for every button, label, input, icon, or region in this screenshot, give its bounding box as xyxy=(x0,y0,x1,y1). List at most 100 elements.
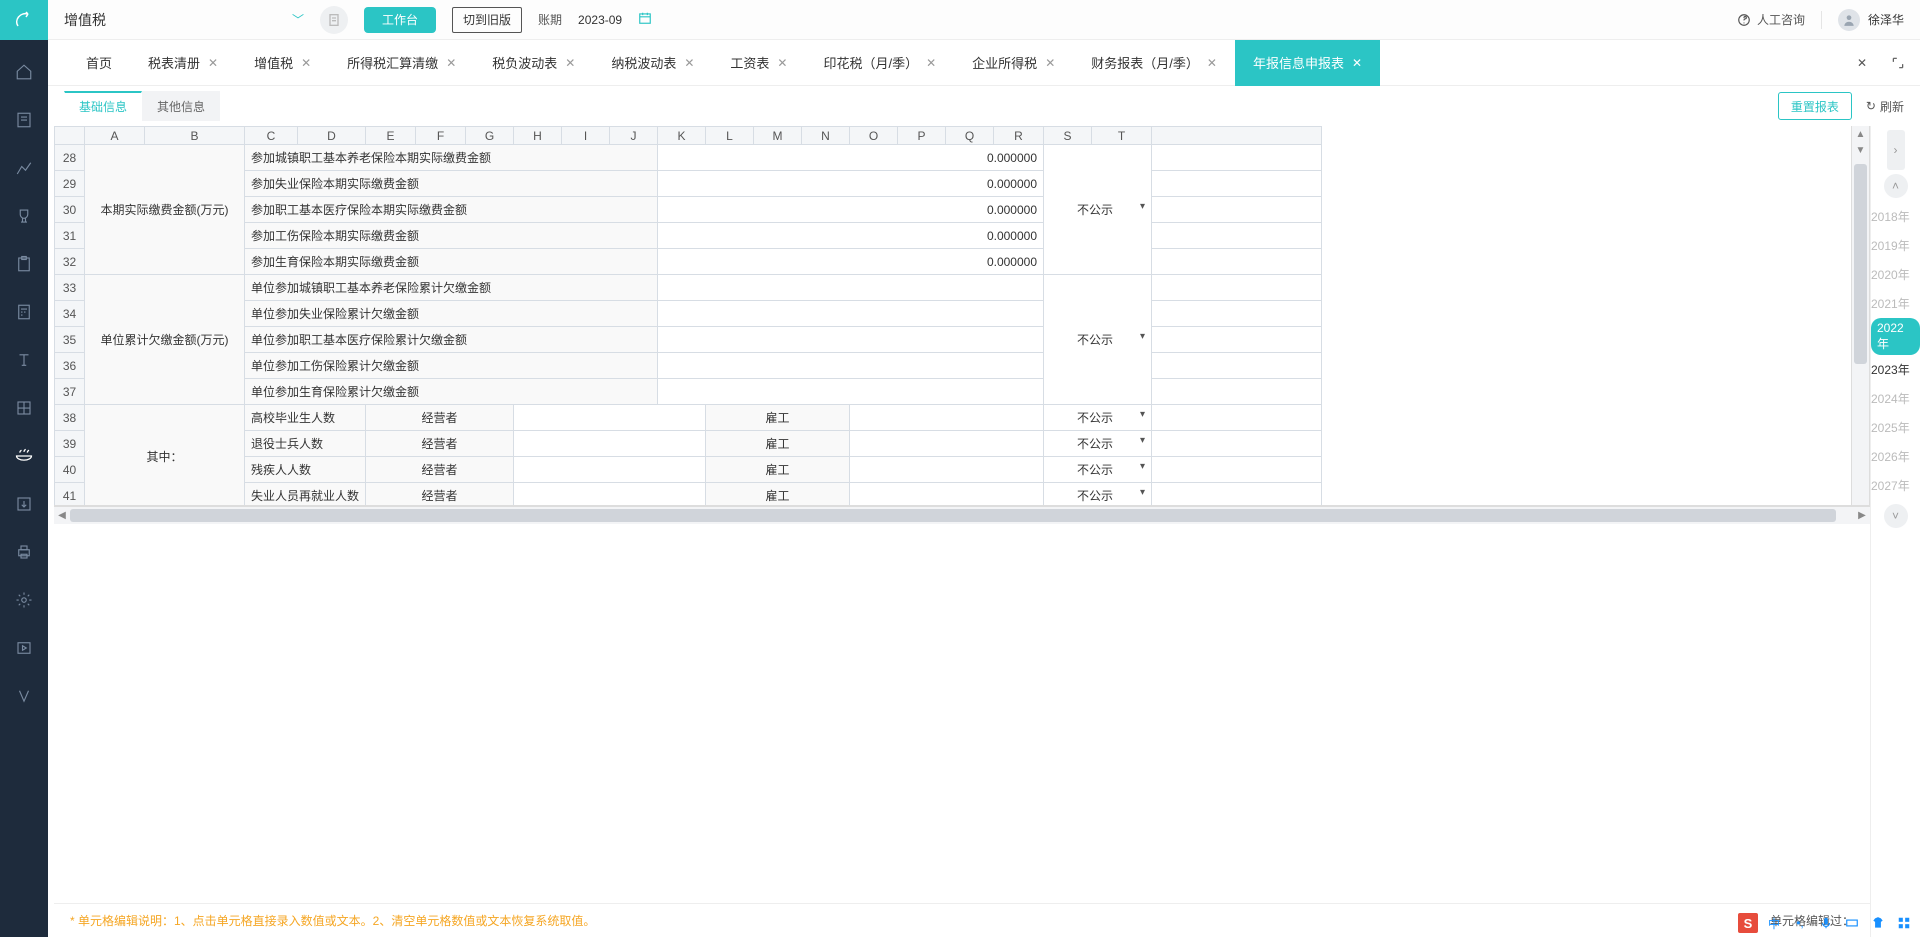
close-icon[interactable]: ✕ xyxy=(1352,56,1362,70)
tab[interactable]: 增值税✕ xyxy=(236,40,329,86)
row-header[interactable]: 38 xyxy=(55,405,85,431)
value-cell[interactable] xyxy=(658,275,1044,301)
col-header[interactable]: M xyxy=(754,127,802,145)
horizontal-scrollbar[interactable]: ◀ ▶ xyxy=(54,506,1870,524)
tab[interactable]: 年报信息申报表✕ xyxy=(1235,40,1380,86)
row-header[interactable]: 37 xyxy=(55,379,85,405)
scroll-right-icon[interactable]: ▶ xyxy=(1854,510,1870,521)
tab[interactable]: 税表清册✕ xyxy=(130,40,236,86)
nav-money-icon[interactable] xyxy=(12,204,36,228)
reset-button[interactable]: 重置报表 xyxy=(1778,92,1852,120)
subtab-other[interactable]: 其他信息 xyxy=(142,91,220,121)
row-header[interactable]: 28 xyxy=(55,145,85,171)
ime-punct-icon[interactable]: •, xyxy=(1790,913,1810,933)
col-header[interactable]: O xyxy=(850,127,898,145)
vertical-scrollbar[interactable]: ▲ ▼ xyxy=(1851,126,1869,505)
value-cell[interactable] xyxy=(658,301,1044,327)
nav-bowl-icon[interactable] xyxy=(12,444,36,468)
ime-keyboard-icon[interactable] xyxy=(1842,913,1862,933)
col-header[interactable]: T xyxy=(1092,127,1152,145)
close-all-button[interactable]: ✕ xyxy=(1848,49,1876,77)
value-cell[interactable]: 0.000000 xyxy=(658,223,1044,249)
nav-text-icon[interactable] xyxy=(12,348,36,372)
nav-v-icon[interactable] xyxy=(12,684,36,708)
row-header[interactable]: 33 xyxy=(55,275,85,301)
account-selector[interactable]: 增值税 ﹀ xyxy=(64,10,304,30)
year-up-icon[interactable]: ˄ xyxy=(1884,174,1908,198)
col-header[interactable]: S xyxy=(1044,127,1092,145)
year-item[interactable]: 2023年 xyxy=(1871,355,1920,384)
col-header[interactable]: J xyxy=(610,127,658,145)
ime-skin-icon[interactable] xyxy=(1868,913,1888,933)
doc-icon[interactable] xyxy=(320,6,348,34)
value-cell[interactable] xyxy=(514,457,706,483)
col-header[interactable]: A xyxy=(85,127,145,145)
scroll-up-icon[interactable]: ▲ xyxy=(1852,126,1869,142)
row-header[interactable]: 39 xyxy=(55,431,85,457)
ime-tools-icon[interactable] xyxy=(1894,913,1914,933)
col-header[interactable]: I xyxy=(562,127,610,145)
year-item[interactable]: 2027年 xyxy=(1871,471,1920,500)
period-value[interactable]: 2023-09 xyxy=(578,13,622,27)
year-down-icon[interactable]: ˅ xyxy=(1884,504,1908,528)
row-header[interactable]: 31 xyxy=(55,223,85,249)
grid-corner[interactable] xyxy=(55,127,85,145)
col-header[interactable]: R xyxy=(994,127,1044,145)
year-item[interactable]: 2024年 xyxy=(1871,384,1920,413)
year-item[interactable]: 2026年 xyxy=(1871,442,1920,471)
col-header[interactable]: E xyxy=(366,127,416,145)
value-cell[interactable]: 0.000000 xyxy=(658,197,1044,223)
col-header[interactable]: F xyxy=(416,127,466,145)
year-item[interactable]: 2022年 xyxy=(1871,318,1920,355)
value-cell[interactable] xyxy=(514,405,706,431)
row-header[interactable]: 34 xyxy=(55,301,85,327)
tab[interactable]: 纳税波动表✕ xyxy=(593,40,712,86)
expand-button[interactable] xyxy=(1884,49,1912,77)
col-header[interactable]: G xyxy=(466,127,514,145)
nav-grid-icon[interactable] xyxy=(12,396,36,420)
nav-home-icon[interactable] xyxy=(12,60,36,84)
value-cell[interactable] xyxy=(658,379,1044,405)
col-header[interactable]: D xyxy=(297,127,365,145)
nav-calc-icon[interactable] xyxy=(12,300,36,324)
col-header[interactable]: C xyxy=(245,127,298,145)
value-cell[interactable] xyxy=(850,405,1044,431)
old-version-button[interactable]: 切到旧版 xyxy=(452,7,522,33)
row-header[interactable]: 32 xyxy=(55,249,85,275)
row-header[interactable]: 29 xyxy=(55,171,85,197)
value-cell[interactable]: 0.000000 xyxy=(658,249,1044,275)
row-header[interactable]: 41 xyxy=(55,483,85,506)
year-item[interactable]: 2021年 xyxy=(1871,289,1920,318)
nav-export-icon[interactable] xyxy=(12,492,36,516)
refresh-button[interactable]: ↻ 刷新 xyxy=(1866,98,1904,115)
year-item[interactable]: 2019年 xyxy=(1871,231,1920,260)
tab[interactable]: 企业所得税✕ xyxy=(954,40,1073,86)
close-icon[interactable]: ✕ xyxy=(1045,56,1055,70)
col-header[interactable]: N xyxy=(802,127,850,145)
disclose-cell[interactable]: 不公示 xyxy=(1044,431,1152,457)
col-header[interactable]: P xyxy=(898,127,946,145)
value-cell[interactable] xyxy=(514,431,706,457)
value-cell[interactable]: 0.000000 xyxy=(658,171,1044,197)
row-header[interactable]: 30 xyxy=(55,197,85,223)
tab[interactable]: 财务报表（月/季）✕ xyxy=(1073,40,1235,86)
nav-chart-icon[interactable] xyxy=(12,156,36,180)
close-icon[interactable]: ✕ xyxy=(684,56,694,70)
close-icon[interactable]: ✕ xyxy=(1207,56,1217,70)
col-header[interactable]: B xyxy=(145,127,245,145)
tab[interactable]: 印花税（月/季）✕ xyxy=(805,40,954,86)
close-icon[interactable]: ✕ xyxy=(301,56,311,70)
logo[interactable] xyxy=(0,0,48,40)
user-menu[interactable]: 徐泽华 xyxy=(1838,9,1904,31)
year-collapse-icon[interactable]: › xyxy=(1887,130,1905,170)
row-header[interactable]: 40 xyxy=(55,457,85,483)
value-cell[interactable] xyxy=(850,457,1044,483)
close-icon[interactable]: ✕ xyxy=(777,56,787,70)
nav-settings-icon[interactable] xyxy=(12,588,36,612)
row-header[interactable]: 36 xyxy=(55,353,85,379)
disclose-cell[interactable]: 不公示 xyxy=(1044,145,1152,275)
close-icon[interactable]: ✕ xyxy=(208,56,218,70)
year-item[interactable]: 2020年 xyxy=(1871,260,1920,289)
help-link[interactable]: 人工咨询 xyxy=(1737,11,1805,28)
calendar-icon[interactable] xyxy=(638,11,652,28)
